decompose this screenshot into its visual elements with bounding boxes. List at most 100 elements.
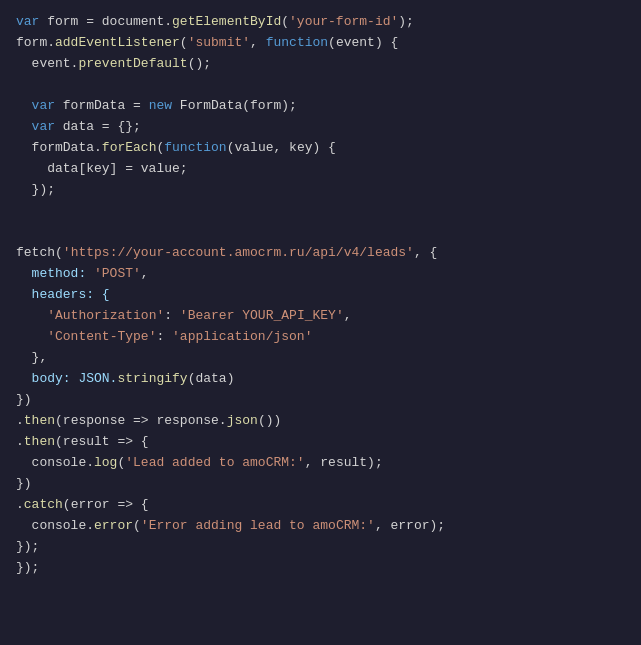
- code-token: (data): [188, 369, 235, 390]
- code-token: data[key] = value;: [16, 159, 188, 180]
- code-line: var form = document.getElementById('your…: [0, 12, 641, 33]
- code-line: .catch(error => {: [0, 495, 641, 516]
- code-token: log: [94, 453, 117, 474]
- code-line: console.error('Error adding lead to amoC…: [0, 516, 641, 537]
- code-token: (: [133, 516, 141, 537]
- code-line: });: [0, 537, 641, 558]
- code-token: formData =: [55, 96, 149, 117]
- code-token: fetch: [16, 243, 55, 264]
- code-token: headers: {: [16, 285, 110, 306]
- code-line: .then(response => response.json()): [0, 411, 641, 432]
- code-token: var: [32, 117, 55, 138]
- code-token: var: [16, 12, 39, 33]
- code-token: (: [156, 138, 164, 159]
- code-line: }): [0, 474, 641, 495]
- code-token: ,: [250, 33, 266, 54]
- code-token: json: [227, 411, 258, 432]
- code-token: (error => {: [63, 495, 149, 516]
- code-token: ()): [258, 411, 281, 432]
- code-token: :: [164, 306, 180, 327]
- code-token: then: [24, 432, 55, 453]
- code-token: body: JSON.: [16, 369, 117, 390]
- code-token: },: [16, 348, 47, 369]
- code-token: ,: [141, 264, 149, 285]
- code-token: form = document.: [39, 12, 172, 33]
- code-token: 'https://your-account.amocrm.ru/api/v4/l…: [63, 243, 414, 264]
- code-line: console.log('Lead added to amoCRM:', res…: [0, 453, 641, 474]
- code-token: (: [117, 453, 125, 474]
- code-line: form.addEventListener('submit', function…: [0, 33, 641, 54]
- code-token: .: [16, 495, 24, 516]
- code-token: (: [281, 12, 289, 33]
- code-line: 'Content-Type': 'application/json': [0, 327, 641, 348]
- code-token: });: [16, 180, 55, 201]
- code-token: forEach: [102, 138, 157, 159]
- code-line: body: JSON.stringify(data): [0, 369, 641, 390]
- code-token: event.: [16, 54, 78, 75]
- code-token: data = {};: [55, 117, 141, 138]
- code-line: 'Authorization': 'Bearer YOUR_API_KEY',: [0, 306, 641, 327]
- code-token: [16, 306, 47, 327]
- code-token: , result);: [305, 453, 383, 474]
- code-token: console.: [16, 516, 94, 537]
- code-token: .: [16, 432, 24, 453]
- code-line: });: [0, 180, 641, 201]
- code-token: then: [24, 411, 55, 432]
- code-token: }): [16, 390, 32, 411]
- code-token: :: [156, 327, 172, 348]
- code-token: , {: [414, 243, 437, 264]
- code-token: (result => {: [55, 432, 149, 453]
- code-line: headers: {: [0, 285, 641, 306]
- code-token: 'your-form-id': [289, 12, 398, 33]
- code-token: }): [16, 474, 32, 495]
- code-token: preventDefault: [78, 54, 187, 75]
- code-token: (: [55, 243, 63, 264]
- code-token: (event) {: [328, 33, 398, 54]
- code-token: console.: [16, 453, 94, 474]
- code-token: new: [149, 96, 172, 117]
- code-token: function: [164, 138, 226, 159]
- code-token: 'Authorization': [47, 306, 164, 327]
- code-token: (value, key) {: [227, 138, 336, 159]
- code-token: , error);: [375, 516, 445, 537]
- code-line: var data = {};: [0, 117, 641, 138]
- code-token: (response => response.: [55, 411, 227, 432]
- code-token: [16, 117, 32, 138]
- code-line: [0, 201, 641, 222]
- code-token: formData.: [16, 138, 102, 159]
- code-token: 'POST': [94, 264, 141, 285]
- code-token: getElementById: [172, 12, 281, 33]
- code-line: [0, 75, 641, 96]
- code-token: 'Content-Type': [47, 327, 156, 348]
- code-token: method:: [16, 264, 94, 285]
- code-line: },: [0, 348, 641, 369]
- code-token: });: [16, 537, 39, 558]
- code-token: 'application/json': [172, 327, 312, 348]
- code-token: (: [180, 33, 188, 54]
- code-line: fetch('https://your-account.amocrm.ru/ap…: [0, 243, 641, 264]
- code-line: }): [0, 390, 641, 411]
- code-token: .: [16, 411, 24, 432]
- code-token: ();: [188, 54, 211, 75]
- code-token: });: [16, 558, 39, 579]
- code-token: 'Error adding lead to amoCRM:': [141, 516, 375, 537]
- code-token: catch: [24, 495, 63, 516]
- code-token: [16, 96, 32, 117]
- code-token: ,: [344, 306, 352, 327]
- code-line: var formData = new FormData(form);: [0, 96, 641, 117]
- code-line: [0, 222, 641, 243]
- code-line: event.preventDefault();: [0, 54, 641, 75]
- code-token: 'Bearer YOUR_API_KEY': [180, 306, 344, 327]
- code-token: addEventListener: [55, 33, 180, 54]
- code-token: 'Lead added to amoCRM:': [125, 453, 304, 474]
- code-token: );: [398, 12, 414, 33]
- code-token: var: [32, 96, 55, 117]
- code-token: error: [94, 516, 133, 537]
- code-token: [16, 327, 47, 348]
- code-line: method: 'POST',: [0, 264, 641, 285]
- code-token: form.: [16, 33, 55, 54]
- code-line: formData.forEach(function(value, key) {: [0, 138, 641, 159]
- code-token: 'submit': [188, 33, 250, 54]
- code-token: FormData(form);: [172, 96, 297, 117]
- code-token: function: [266, 33, 328, 54]
